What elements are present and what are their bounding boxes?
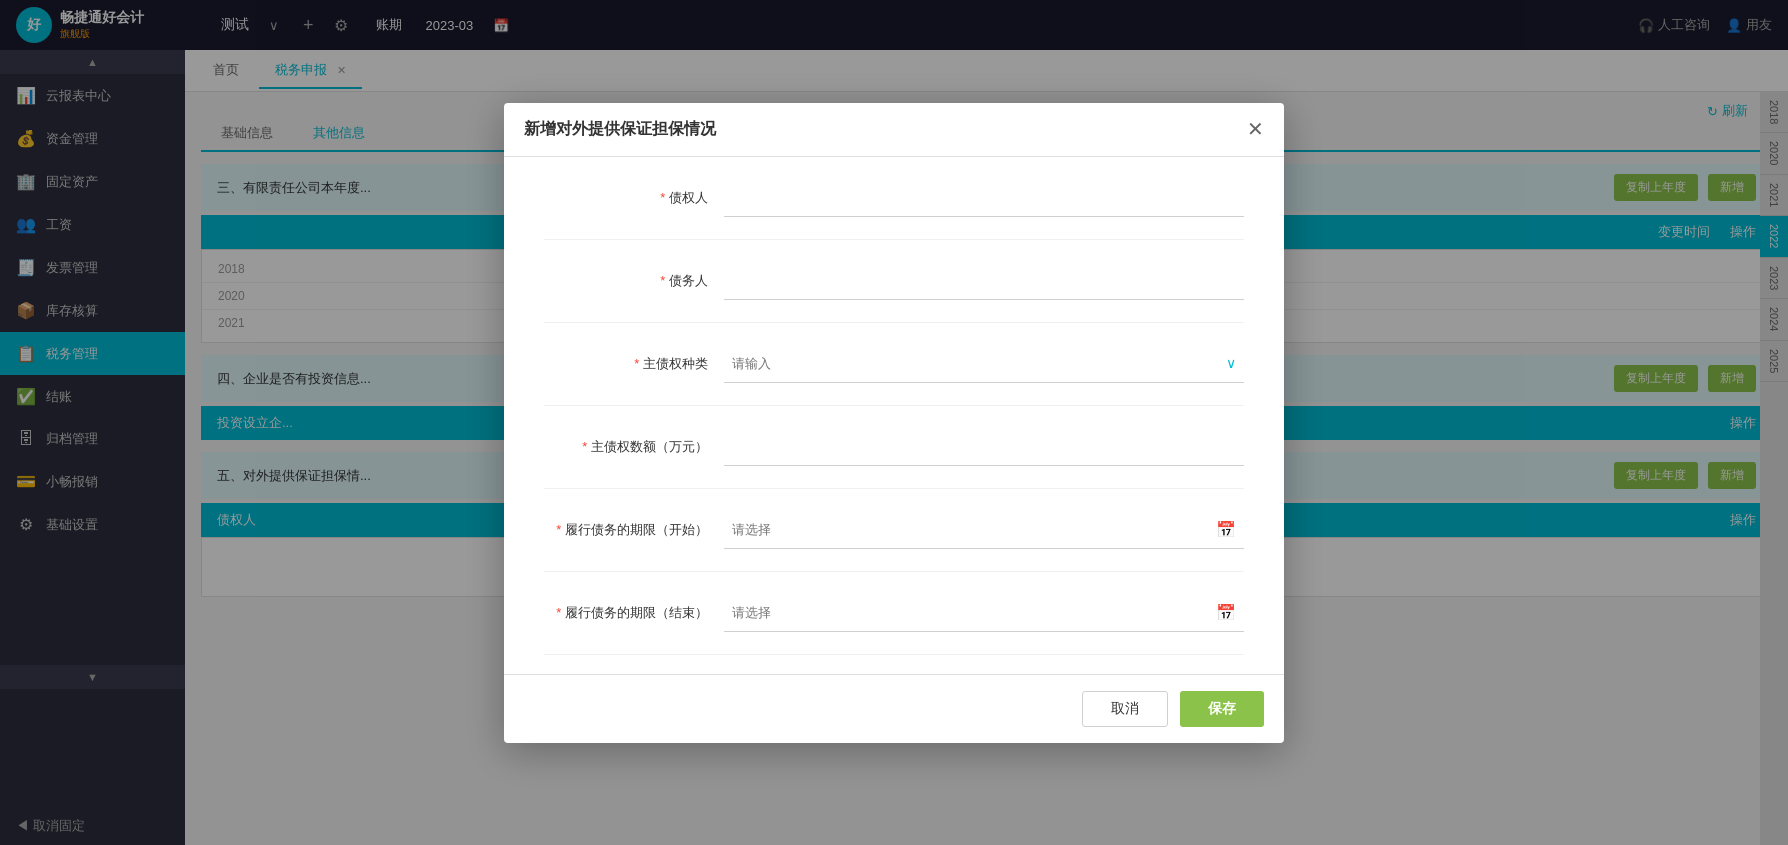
cancel-button[interactable]: 取消 — [1082, 691, 1168, 727]
period-end-wrapper: 📅 — [724, 594, 1244, 632]
period-end-label: * 履行债务的期限（结束） — [544, 604, 724, 622]
modal-body: * 债权人 * 债务人 * 主债权种类 ∨ — [504, 157, 1284, 674]
period-start-label: * 履行债务的期限（开始） — [544, 521, 724, 539]
debtor-label: * 债务人 — [544, 272, 724, 290]
claim-amount-label: * 主债权数额（万元） — [544, 438, 724, 456]
claim-amount-input[interactable] — [724, 428, 1244, 466]
form-row-period-end: * 履行债务的期限（结束） 📅 — [544, 592, 1244, 634]
save-button[interactable]: 保存 — [1180, 691, 1264, 727]
debtor-input[interactable] — [724, 262, 1244, 300]
divider-2 — [544, 322, 1244, 323]
claim-type-input[interactable] — [724, 345, 1226, 382]
divider-3 — [544, 405, 1244, 406]
period-start-wrapper: 📅 — [724, 511, 1244, 549]
creditor-label: * 债权人 — [544, 189, 724, 207]
claim-type-select-wrapper: ∨ — [724, 345, 1244, 383]
claim-type-chevron-icon[interactable]: ∨ — [1226, 355, 1244, 371]
divider-5 — [544, 571, 1244, 572]
modal-footer: 取消 保存 — [504, 674, 1284, 743]
divider-1 — [544, 239, 1244, 240]
period-end-input[interactable] — [724, 594, 1216, 631]
creditor-input[interactable] — [724, 179, 1244, 217]
modal-title: 新增对外提供保证担保情况 — [524, 119, 716, 140]
form-row-claim-type: * 主债权种类 ∨ — [544, 343, 1244, 385]
period-start-input[interactable] — [724, 511, 1216, 548]
form-row-claim-amount: * 主债权数额（万元） — [544, 426, 1244, 468]
period-end-calendar-icon[interactable]: 📅 — [1216, 603, 1244, 622]
claim-type-label: * 主债权种类 — [544, 355, 724, 373]
divider-6 — [544, 654, 1244, 655]
modal-header: 新增对外提供保证担保情况 ✕ — [504, 103, 1284, 157]
modal-close-button[interactable]: ✕ — [1247, 119, 1264, 139]
modal-add-guarantee: 新增对外提供保证担保情况 ✕ * 债权人 * 债务人 * 主债权种类 — [504, 103, 1284, 743]
divider-4 — [544, 488, 1244, 489]
form-row-debtor: * 债务人 — [544, 260, 1244, 302]
form-row-period-start: * 履行债务的期限（开始） 📅 — [544, 509, 1244, 551]
form-row-creditor: * 债权人 — [544, 177, 1244, 219]
period-start-calendar-icon[interactable]: 📅 — [1216, 520, 1244, 539]
